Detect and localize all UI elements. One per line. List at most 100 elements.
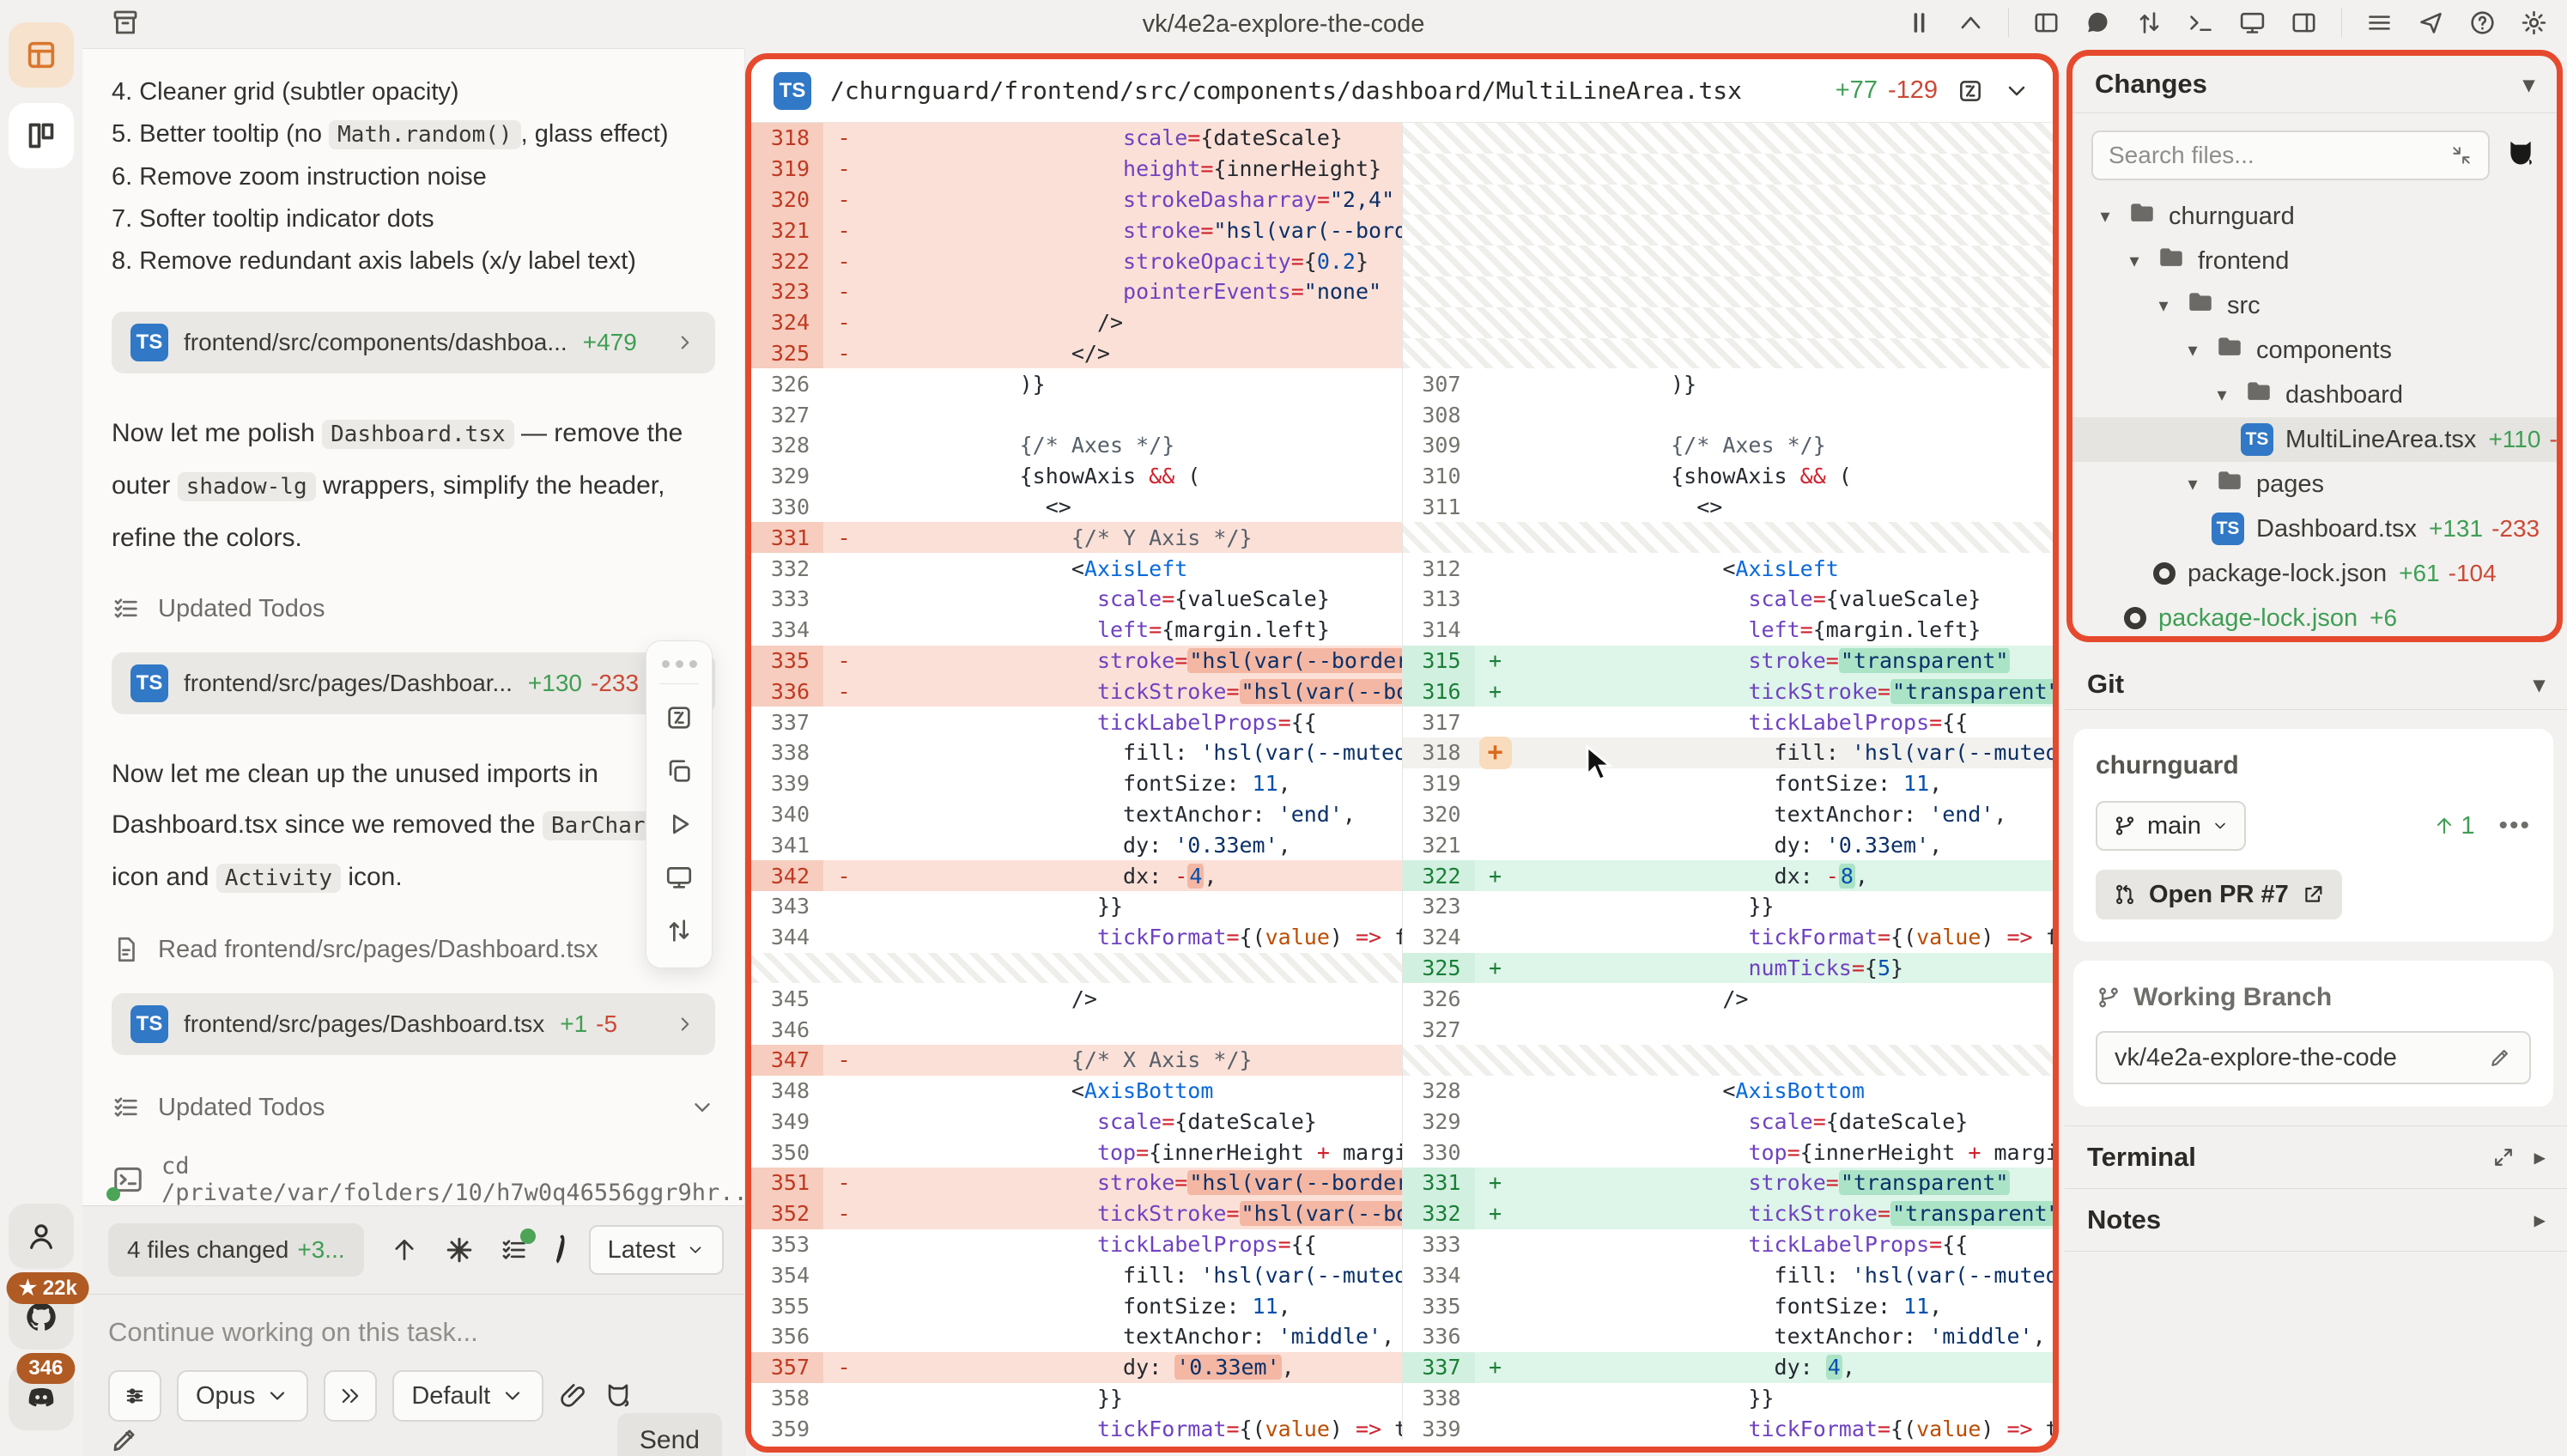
chevron-right-triangle[interactable]: ▸ <box>2534 1208 2545 1233</box>
diff-row: 346 <box>751 1014 1402 1045</box>
terminal-box-icon <box>112 1163 144 1196</box>
diff-row: 309 {/* Axes */} <box>1403 430 2054 461</box>
drag-handle[interactable] <box>662 652 697 676</box>
diff-row: 318- scale={dateScale} <box>751 123 1402 154</box>
account-button[interactable] <box>9 1204 74 1269</box>
diff-row: 338 fill: 'hsl(var(--muted <box>751 737 1402 768</box>
typescript-icon: TS <box>130 1005 168 1043</box>
composer: 4 files changed +3... Latest Continue wo… <box>82 1205 744 1456</box>
tree-item-pages[interactable]: ▾pages <box>2072 462 2557 507</box>
todos-icon[interactable] <box>500 1235 529 1265</box>
open-pr-button[interactable]: Open PR #7 <box>2096 870 2342 919</box>
floating-toolbar <box>646 640 713 968</box>
tree-item-components[interactable]: ▾components <box>2072 328 2557 373</box>
highlighter-icon[interactable] <box>110 1423 141 1454</box>
send-button[interactable]: Send <box>617 1413 722 1456</box>
collapse-tree-icon[interactable] <box>2450 144 2473 167</box>
monitor-icon[interactable] <box>2238 9 2267 37</box>
diff-row: 334 left={margin.left} <box>751 615 1402 646</box>
terminal-command-row[interactable]: cd /private/var/folders/10/h7w0q46556ggr… <box>112 1153 715 1205</box>
git-compare-icon[interactable] <box>2135 9 2163 37</box>
caret-down-icon: ▾ <box>2182 339 2203 361</box>
terminal-section[interactable]: Terminal ▸ <box>2065 1126 2567 1188</box>
tree-item-MultiLineArea-tsx[interactable]: TSMultiLineArea.tsx+110-162 <box>2072 417 2557 462</box>
notes-section[interactable]: Notes ▸ <box>2065 1189 2567 1251</box>
ink-blob-icon[interactable] <box>2084 9 2112 37</box>
fast-forward-button[interactable] <box>324 1370 377 1422</box>
right-panel-toggle-icon[interactable] <box>2290 9 2318 37</box>
menu-icon[interactable] <box>2365 9 2394 37</box>
archive-icon[interactable] <box>110 7 141 38</box>
git-compare-button[interactable] <box>654 904 704 957</box>
run-button[interactable] <box>654 798 704 851</box>
discord-button[interactable]: 346 <box>9 1365 74 1430</box>
kanban-view-button[interactable] <box>9 103 74 168</box>
tree-item-package-lock-json[interactable]: package-lock.json+6 <box>2072 596 2557 640</box>
diff-row: 355 fontSize: 11, <box>751 1290 1402 1321</box>
tree-item-dashboard[interactable]: ▾dashboard <box>2072 373 2557 417</box>
todo-update-row[interactable]: Updated Todos <box>112 594 715 623</box>
scroll-up-icon[interactable] <box>390 1235 419 1265</box>
tree-item-Dashboard-tsx[interactable]: TSDashboard.tsx+131-233 <box>2072 507 2557 551</box>
cat-icon[interactable] <box>2503 136 2538 175</box>
collapse-triangle-icon[interactable]: ▾ <box>2523 71 2534 98</box>
diff-row: 320- strokeDasharray="2,4" <box>751 185 1402 215</box>
settings-gear-icon[interactable] <box>2520 9 2548 37</box>
collapse-up-icon[interactable] <box>1957 9 1985 37</box>
files-changed-chip[interactable]: 4 files changed +3... <box>108 1223 364 1277</box>
tree-item-package-lock-json[interactable]: package-lock.json+61-104 <box>2072 551 2557 596</box>
settings-sliders-button[interactable] <box>108 1370 161 1422</box>
terminal-icon[interactable] <box>2187 9 2215 37</box>
folder-icon <box>2244 377 2273 413</box>
help-icon[interactable] <box>2468 9 2497 37</box>
message-input[interactable]: Continue working on this task... <box>82 1295 744 1348</box>
diff-row: 327 <box>1403 1014 2054 1045</box>
file-chip[interactable]: TS frontend/src/components/dashboa... +4… <box>112 312 715 373</box>
changes-title: Changes <box>2095 69 2207 100</box>
add-comment-button[interactable]: + <box>1479 737 1512 769</box>
file-chip[interactable]: TS frontend/src/pages/Dashboar... +130-2… <box>112 652 715 714</box>
expand-icon[interactable] <box>2491 1145 2515 1169</box>
tree-item-churnguard[interactable]: ▾churnguard <box>2072 194 2557 239</box>
edit-pencil-icon[interactable] <box>2488 1046 2512 1070</box>
mode-dropdown[interactable]: Default <box>392 1370 543 1422</box>
diff-view-button[interactable] <box>654 691 704 744</box>
diff-row: 312 <AxisLeft <box>1403 553 2054 584</box>
pointer-share-icon[interactable] <box>2417 9 2445 37</box>
collapse-chevron-icon[interactable] <box>2003 77 2030 105</box>
read-file-row[interactable]: Read frontend/src/pages/Dashboard.tsx <box>112 935 715 964</box>
diff-row: 319 fontSize: 11, <box>1403 768 2054 799</box>
tree-item-src[interactable]: ▾src <box>2072 283 2557 328</box>
diff-row: 340 textAnchor: 'end', <box>751 799 1402 830</box>
diff-row: 335- stroke="hsl(var(--border <box>751 646 1402 676</box>
chevron-down-icon[interactable] <box>689 1095 715 1120</box>
diff-row: 339 fontSize: 11, <box>751 768 1402 799</box>
collapse-triangle-icon[interactable]: ▾ <box>2534 671 2545 698</box>
more-menu-icon[interactable]: ••• <box>2498 811 2531 840</box>
pause-icon[interactable] <box>1905 9 1933 37</box>
diff-row <box>1403 522 2054 553</box>
chevron-right-triangle[interactable]: ▸ <box>2534 1145 2545 1170</box>
cat-icon[interactable] <box>604 1381 633 1410</box>
version-dropdown[interactable]: Latest <box>589 1225 724 1275</box>
working-branch-input[interactable]: vk/4e2a-explore-the-code <box>2096 1031 2531 1084</box>
github-button[interactable]: ★ 22k <box>9 1284 74 1350</box>
diff-mode-icon[interactable] <box>1957 77 1984 105</box>
workspace-layout-button[interactable] <box>9 22 74 88</box>
todo-update-row[interactable]: Updated Todos <box>112 1093 715 1122</box>
tree-item-frontend[interactable]: ▾frontend <box>2072 239 2557 283</box>
left-panel-toggle-icon[interactable] <box>2032 9 2060 37</box>
diff-row: 314 left={margin.left} <box>1403 615 2054 646</box>
model-dropdown[interactable]: Opus <box>177 1370 308 1422</box>
branch-dropdown[interactable]: main <box>2096 801 2246 851</box>
typescript-icon: TS <box>130 324 168 361</box>
copy-button[interactable] <box>654 744 704 798</box>
file-chip[interactable]: TS frontend/src/pages/Dashboard.tsx +1-5 <box>112 993 715 1055</box>
search-input[interactable]: Search files... <box>2091 130 2490 180</box>
divider <box>2008 8 2009 37</box>
diff-row: 321- stroke="hsl(var(--border <box>751 215 1402 246</box>
preview-monitor-button[interactable] <box>654 851 704 904</box>
sparkle-icon[interactable] <box>445 1235 474 1265</box>
attach-paperclip-icon[interactable] <box>559 1381 588 1410</box>
diff-row: 344 tickFormat={(value) => f <box>751 922 1402 953</box>
